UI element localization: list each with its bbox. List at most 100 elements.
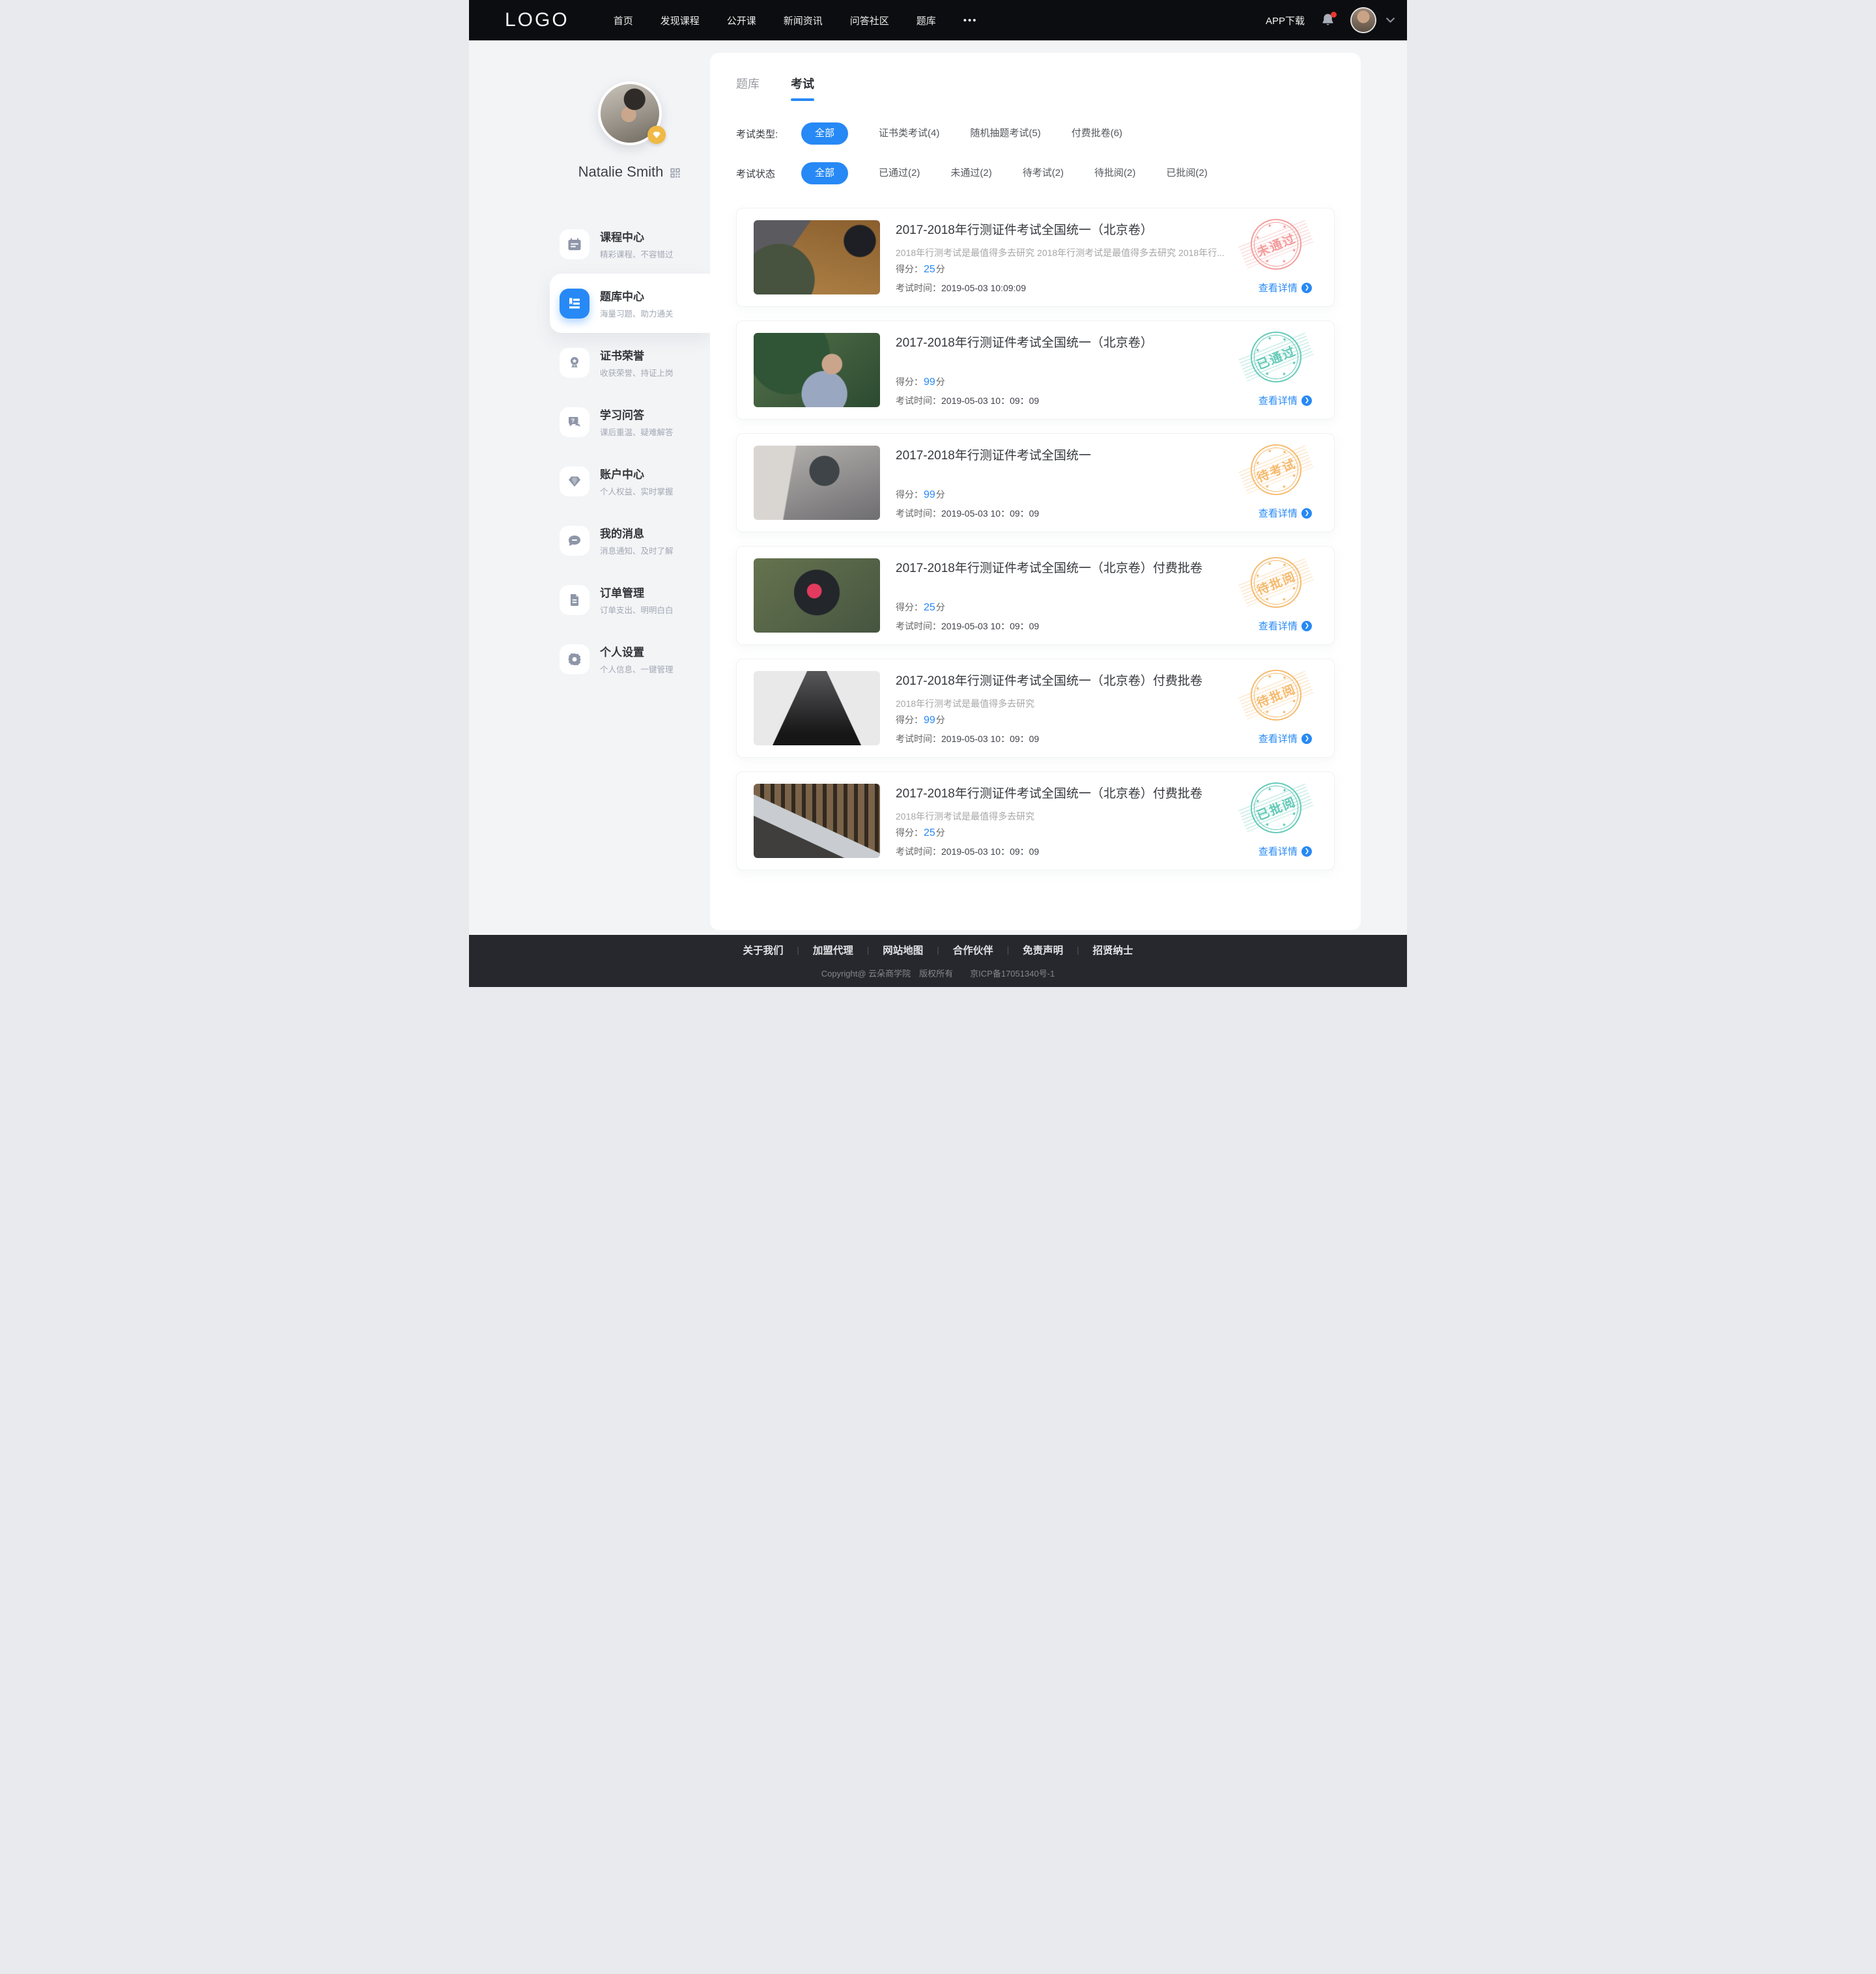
exam-card: 2017-2018年行测证件考试全国统一（北京卷）付费批卷 得分：25分 考试时… [736, 546, 1335, 645]
sidebar-item[interactable]: ? 学习问答 课后重温、疑难解答 [550, 392, 710, 451]
filter-option[interactable]: 全部 [801, 162, 849, 184]
nav-item[interactable]: 题库 [917, 14, 936, 27]
exam-description: 2018年行测考试是最值得多去研究 2018年行测考试是最值得多去研究 2018… [896, 247, 1225, 258]
exam-title[interactable]: 2017-2018年行测证件考试全国统一（北京卷）付费批卷 [896, 561, 1225, 577]
gem-icon [560, 466, 590, 496]
nav-item[interactable]: 首页 [614, 14, 633, 27]
nav-item[interactable]: 发现课程 [661, 14, 700, 27]
sidebar: Natalie Smith 课程中心 精彩课程、不容错过 题库中心 海量习题、助… [469, 40, 710, 715]
score-suffix: 分 [935, 377, 945, 387]
footer-link[interactable]: 合作伙伴 [953, 943, 993, 957]
exam-time: 考试时间：2019-05-03 10：09：09 [896, 732, 1225, 745]
sidebar-item-subtitle: 收获荣誉、持证上岗 [600, 369, 674, 378]
view-detail-link[interactable]: 查看详情 ❯ [1258, 844, 1312, 858]
sidebar-item-subtitle: 精彩课程、不容错过 [600, 250, 674, 259]
filter-option[interactable]: 证书类考试(4) [879, 122, 939, 145]
nav-item[interactable]: 新闻资讯 [784, 14, 823, 27]
document-icon [560, 584, 590, 615]
sidebar-item[interactable]: 订单管理 订单支出、明明白白 [550, 570, 710, 629]
view-detail-link[interactable]: 查看详情 ❯ [1258, 619, 1312, 633]
exam-title[interactable]: 2017-2018年行测证件考试全国统一（北京卷）付费批卷 [896, 786, 1225, 803]
sidebar-item[interactable]: 账户中心 个人权益、实时掌握 [550, 451, 710, 511]
logo[interactable]: LOGO [505, 9, 569, 31]
page-body: Natalie Smith 课程中心 精彩课程、不容错过 题库中心 海量习题、助… [469, 40, 1407, 935]
nav-right: APP下载 [1266, 8, 1395, 32]
exam-score: 得分：99分 [896, 713, 1225, 726]
filter-option[interactable]: 未通过(2) [950, 162, 991, 184]
view-detail-link[interactable]: 查看详情 ❯ [1258, 281, 1312, 294]
filter-option[interactable]: 全部 [801, 122, 849, 145]
exam-list: 2017-2018年行测证件考试全国统一（北京卷） 2018年行测考试是最值得多… [736, 208, 1335, 870]
view-detail-link[interactable]: 查看详情 ❯ [1258, 732, 1312, 745]
exam-score: 得分：99分 [896, 488, 1225, 501]
chevron-down-icon[interactable] [1386, 17, 1395, 24]
time-value: 2019-05-03 10：09：09 [941, 395, 1040, 406]
filter-option[interactable]: 已通过(2) [879, 162, 920, 184]
view-detail-link[interactable]: 查看详情 ❯ [1258, 506, 1312, 520]
nav-more-button[interactable]: ••• [963, 15, 978, 26]
sidebar-item-title: 个人设置 [600, 646, 644, 659]
time-label: 考试时间： [896, 283, 941, 293]
sidebar-item-title: 我的消息 [600, 528, 644, 540]
score-suffix: 分 [935, 264, 945, 274]
question-bank-icon [560, 288, 590, 319]
exam-title[interactable]: 2017-2018年行测证件考试全国统一 [896, 448, 1225, 465]
diamond-badge-icon [647, 126, 666, 144]
time-value: 2019-05-03 10：09：09 [941, 508, 1040, 519]
exam-thumbnail[interactable] [754, 671, 880, 745]
exam-thumbnail[interactable] [754, 333, 880, 407]
sidebar-item-subtitle: 订单支出、明明白白 [600, 606, 674, 615]
exam-score: 得分：25分 [896, 601, 1225, 614]
sidebar-item[interactable]: 题库中心 海量习题、助力通关 [550, 274, 710, 333]
exam-thumbnail[interactable] [754, 784, 880, 858]
arrow-right-icon: ❯ [1301, 395, 1312, 406]
arrow-right-icon: ❯ [1301, 282, 1312, 293]
message-icon [560, 525, 590, 556]
exam-title[interactable]: 2017-2018年行测证件考试全国统一（北京卷）付费批卷 [896, 674, 1225, 690]
score-suffix: 分 [935, 827, 945, 838]
exam-thumbnail[interactable] [754, 220, 880, 294]
status-stamp: ✦ ✦ ✦ ✦ ✦ ✦ 待批阅 [1238, 549, 1314, 616]
exam-time: 考试时间：2019-05-03 10：09：09 [896, 507, 1225, 520]
footer-link[interactable]: 招贤纳士 [1093, 943, 1133, 957]
sidebar-item-subtitle: 海量习题、助力通关 [600, 309, 674, 319]
sidebar-item[interactable]: 个人设置 个人信息、一键管理 [550, 629, 710, 689]
nav-item[interactable]: 问答社区 [850, 14, 889, 27]
exam-title[interactable]: 2017-2018年行测证件考试全国统一（北京卷） [896, 336, 1225, 352]
tab[interactable]: 题库 [736, 75, 760, 101]
filter-option[interactable]: 待考试(2) [1023, 162, 1064, 184]
exam-time: 考试时间：2019-05-03 10：09：09 [896, 845, 1225, 858]
exam-score: 得分：25分 [896, 826, 1225, 839]
app-download-link[interactable]: APP下载 [1266, 14, 1305, 27]
footer-link[interactable]: 网站地图 [883, 943, 923, 957]
exam-thumbnail[interactable] [754, 446, 880, 520]
filter-option[interactable]: 付费批卷(6) [1072, 122, 1122, 145]
filter-label: 考试类型: [736, 128, 778, 140]
exam-thumbnail[interactable] [754, 558, 880, 633]
sidebar-item[interactable]: 课程中心 精彩课程、不容错过 [550, 214, 710, 274]
sidebar-item-title: 题库中心 [600, 291, 644, 303]
score-label: 得分： [896, 377, 923, 387]
avatar[interactable] [598, 81, 666, 145]
user-avatar[interactable] [1352, 8, 1375, 32]
exam-card: 2017-2018年行测证件考试全国统一 得分：99分 考试时间：2019-05… [736, 433, 1335, 532]
filter-option[interactable]: 随机抽题考试(5) [970, 122, 1040, 145]
sidebar-item[interactable]: 我的消息 消息通知、及时了解 [550, 511, 710, 570]
score-label: 得分： [896, 827, 923, 838]
footer-link[interactable]: 免责声明 [1023, 943, 1063, 957]
qr-code-icon[interactable] [669, 167, 681, 179]
filter-option[interactable]: 待批阅(2) [1094, 162, 1135, 184]
view-detail-link[interactable]: 查看详情 ❯ [1258, 393, 1312, 407]
tab[interactable]: 考试 [791, 75, 814, 101]
exam-title[interactable]: 2017-2018年行测证件考试全国统一（北京卷） [896, 223, 1225, 239]
exam-card: 2017-2018年行测证件考试全国统一（北京卷） 得分：99分 考试时间：20… [736, 321, 1335, 420]
nav-menu: 首页 发现课程 公开课 新闻资讯 问答社区 题库 [614, 14, 936, 27]
nav-item[interactable]: 公开课 [727, 14, 756, 27]
footer-link[interactable]: 加盟代理 [813, 943, 853, 957]
filter-label: 考试状态 [736, 168, 776, 180]
footer-link[interactable]: 关于我们 [743, 943, 783, 957]
filter-option[interactable]: 已批阅(2) [1166, 162, 1207, 184]
sidebar-item[interactable]: 证书荣誉 收获荣誉、持证上岗 [550, 333, 710, 392]
exam-card: 2017-2018年行测证件考试全国统一（北京卷）付费批卷 2018年行测考试是… [736, 659, 1335, 758]
bell-icon[interactable] [1320, 12, 1337, 28]
